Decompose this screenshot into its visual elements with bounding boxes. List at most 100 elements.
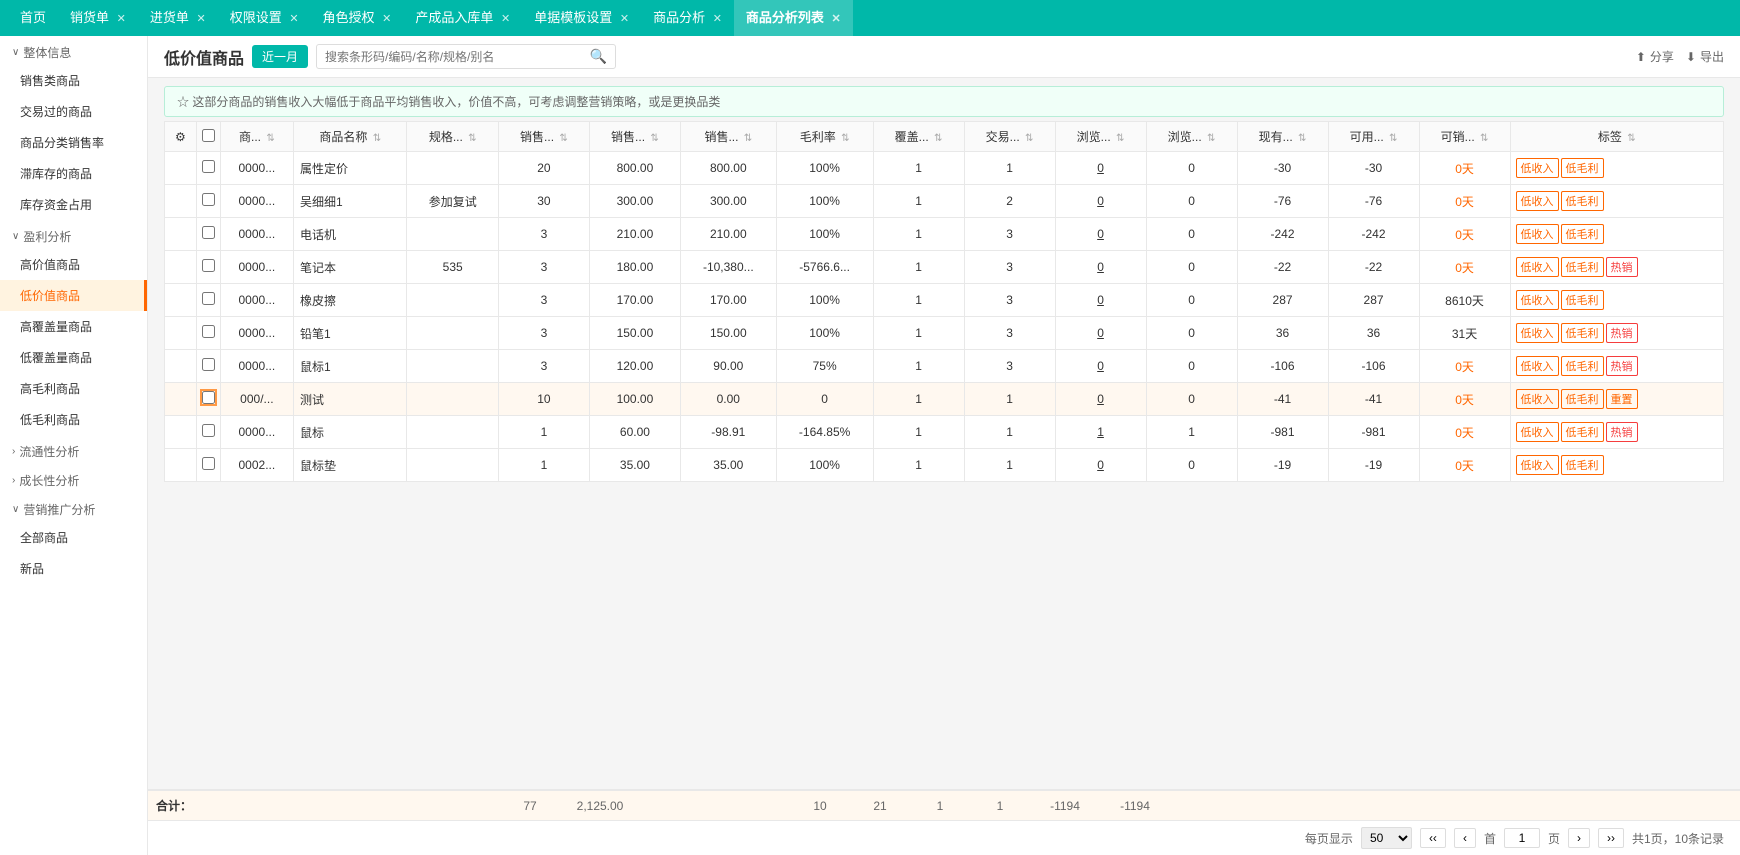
- sidebar-group-marketing[interactable]: ∨ 营销推广分析: [0, 493, 147, 522]
- sidebar-item-all-products[interactable]: 全部商品: [0, 522, 147, 553]
- row-checkbox[interactable]: [202, 226, 215, 239]
- th-browse1[interactable]: 浏览... ⇅: [1055, 122, 1146, 152]
- sidebar-item-inventory-fund[interactable]: 库存资金占用: [0, 189, 147, 220]
- browse1-link[interactable]: 0: [1097, 392, 1104, 406]
- nav-product-analysis[interactable]: 商品分析 ✕: [641, 0, 734, 36]
- page-size-select[interactable]: 50 100 200: [1361, 827, 1412, 849]
- sidebar-item-high-value[interactable]: 高价值商品: [0, 249, 147, 280]
- sidebar-group-circulation[interactable]: › 流通性分析: [0, 435, 147, 464]
- row-checkbox[interactable]: [202, 457, 215, 470]
- sidebar-item-new-products[interactable]: 新品: [0, 553, 147, 584]
- td-browse1[interactable]: 0: [1055, 251, 1146, 284]
- th-sales-avg[interactable]: 销售... ⇅: [680, 122, 776, 152]
- sidebar-item-low-coverage[interactable]: 低覆盖量商品: [0, 342, 147, 373]
- sidebar-item-high-coverage[interactable]: 高覆盖量商品: [0, 311, 147, 342]
- td-checkbox[interactable]: [196, 185, 220, 218]
- th-spec[interactable]: 规格... ⇅: [407, 122, 498, 152]
- nav-role[interactable]: 角色授权 ✕: [311, 0, 404, 36]
- th-checkbox[interactable]: [196, 122, 220, 152]
- row-checkbox[interactable]: [202, 160, 215, 173]
- page-input[interactable]: [1504, 828, 1540, 848]
- th-sales-amt[interactable]: 销售... ⇅: [589, 122, 680, 152]
- row-checkbox[interactable]: [202, 292, 215, 305]
- th-browse2[interactable]: 浏览... ⇅: [1146, 122, 1237, 152]
- sidebar-group-growth[interactable]: › 成长性分析: [0, 464, 147, 493]
- nav-home[interactable]: 首页: [8, 0, 58, 36]
- browse1-link[interactable]: 0: [1097, 359, 1104, 373]
- browse1-link[interactable]: 1: [1097, 425, 1104, 439]
- th-current-stock[interactable]: 现有... ⇅: [1237, 122, 1328, 152]
- td-browse1[interactable]: 0: [1055, 350, 1146, 383]
- nav-purchase[interactable]: 进货单 ✕: [138, 0, 218, 36]
- browse1-link[interactable]: 0: [1097, 458, 1104, 472]
- browse1-link[interactable]: 0: [1097, 161, 1104, 175]
- td-checkbox[interactable]: [196, 152, 220, 185]
- td-checkbox[interactable]: [196, 416, 220, 449]
- browse1-link[interactable]: 0: [1097, 260, 1104, 274]
- sidebar-item-low-margin[interactable]: 低毛利商品: [0, 404, 147, 435]
- th-name[interactable]: 商品名称 ⇅: [294, 122, 407, 152]
- last-page-btn[interactable]: ››: [1598, 828, 1624, 848]
- row-checkbox[interactable]: [202, 193, 215, 206]
- search-input[interactable]: [325, 50, 590, 64]
- td-browse1[interactable]: 0: [1055, 152, 1146, 185]
- sidebar-item-high-margin[interactable]: 高毛利商品: [0, 373, 147, 404]
- next-page-btn[interactable]: ›: [1568, 828, 1590, 848]
- export-button[interactable]: ⬇ 导出: [1686, 48, 1724, 65]
- row-checkbox[interactable]: [202, 325, 215, 338]
- tag: 热销: [1606, 356, 1638, 376]
- td-checkbox[interactable]: [196, 317, 220, 350]
- nav-template[interactable]: 单据模板设置 ✕: [522, 0, 641, 36]
- table-container[interactable]: ⚙ 商... ⇅ 商品名称 ⇅ 规格... ⇅ 销售... ⇅ 销售... ⇅ …: [164, 121, 1724, 789]
- td-browse1[interactable]: 1: [1055, 416, 1146, 449]
- sidebar-item-traded[interactable]: 交易过的商品: [0, 96, 147, 127]
- td-checkbox[interactable]: [196, 350, 220, 383]
- sidebar-item-category-rate[interactable]: 商品分类销售率: [0, 127, 147, 158]
- tag: 低毛利: [1561, 290, 1604, 310]
- row-checkbox[interactable]: [202, 391, 215, 404]
- th-usable-stock[interactable]: 可用... ⇅: [1328, 122, 1419, 152]
- share-button[interactable]: ⬆ 分享: [1636, 48, 1674, 65]
- browse1-link[interactable]: 0: [1097, 227, 1104, 241]
- td-checkbox[interactable]: [196, 449, 220, 482]
- th-gear[interactable]: ⚙: [165, 122, 197, 152]
- td-browse1[interactable]: 0: [1055, 449, 1146, 482]
- td-browse1[interactable]: 0: [1055, 284, 1146, 317]
- first-page-btn[interactable]: ‹‹: [1420, 828, 1446, 848]
- nav-sales[interactable]: 销货单 ✕: [58, 0, 138, 36]
- td-checkbox[interactable]: [196, 218, 220, 251]
- td-checkbox[interactable]: [196, 383, 220, 416]
- td-checkbox[interactable]: [196, 251, 220, 284]
- nav-product-list[interactable]: 商品分析列表 ✕: [734, 0, 853, 36]
- sidebar-item-sales-products[interactable]: 销售类商品: [0, 65, 147, 96]
- nav-permission[interactable]: 权限设置 ✕: [218, 0, 311, 36]
- td-browse1[interactable]: 0: [1055, 317, 1146, 350]
- row-checkbox[interactable]: [202, 424, 215, 437]
- browse1-link[interactable]: 0: [1097, 293, 1104, 307]
- row-checkbox[interactable]: [202, 358, 215, 371]
- td-browse1[interactable]: 0: [1055, 218, 1146, 251]
- select-all-checkbox[interactable]: [202, 129, 215, 142]
- th-gross-margin[interactable]: 毛利率 ⇅: [776, 122, 873, 152]
- th-tags[interactable]: 标签 ⇅: [1510, 122, 1723, 152]
- sidebar-group-overall[interactable]: ∨ 整体信息: [0, 36, 147, 65]
- sidebar-item-low-value[interactable]: 低价值商品: [0, 280, 147, 311]
- td-browse1[interactable]: 0: [1055, 383, 1146, 416]
- search-icon[interactable]: 🔍: [590, 48, 607, 65]
- th-sales-qty[interactable]: 销售... ⇅: [498, 122, 589, 152]
- th-saleable[interactable]: 可销... ⇅: [1419, 122, 1510, 152]
- browse1-link[interactable]: 0: [1097, 194, 1104, 208]
- th-code[interactable]: 商... ⇅: [220, 122, 293, 152]
- sidebar-item-stagnant[interactable]: 滞库存的商品: [0, 158, 147, 189]
- prev-page-btn[interactable]: ‹: [1454, 828, 1476, 848]
- sidebar-group-profit[interactable]: ∨ 盈利分析: [0, 220, 147, 249]
- th-trade[interactable]: 交易... ⇅: [964, 122, 1055, 152]
- row-checkbox[interactable]: [202, 259, 215, 272]
- nav-product-in[interactable]: 产成品入库单 ✕: [403, 0, 522, 36]
- td-checkbox[interactable]: [196, 284, 220, 317]
- period-button[interactable]: 近一月: [252, 45, 308, 68]
- th-coverage[interactable]: 覆盖... ⇅: [873, 122, 964, 152]
- td-browse1[interactable]: 0: [1055, 185, 1146, 218]
- footer-usable-stock: -1194: [1100, 799, 1170, 813]
- browse1-link[interactable]: 0: [1097, 326, 1104, 340]
